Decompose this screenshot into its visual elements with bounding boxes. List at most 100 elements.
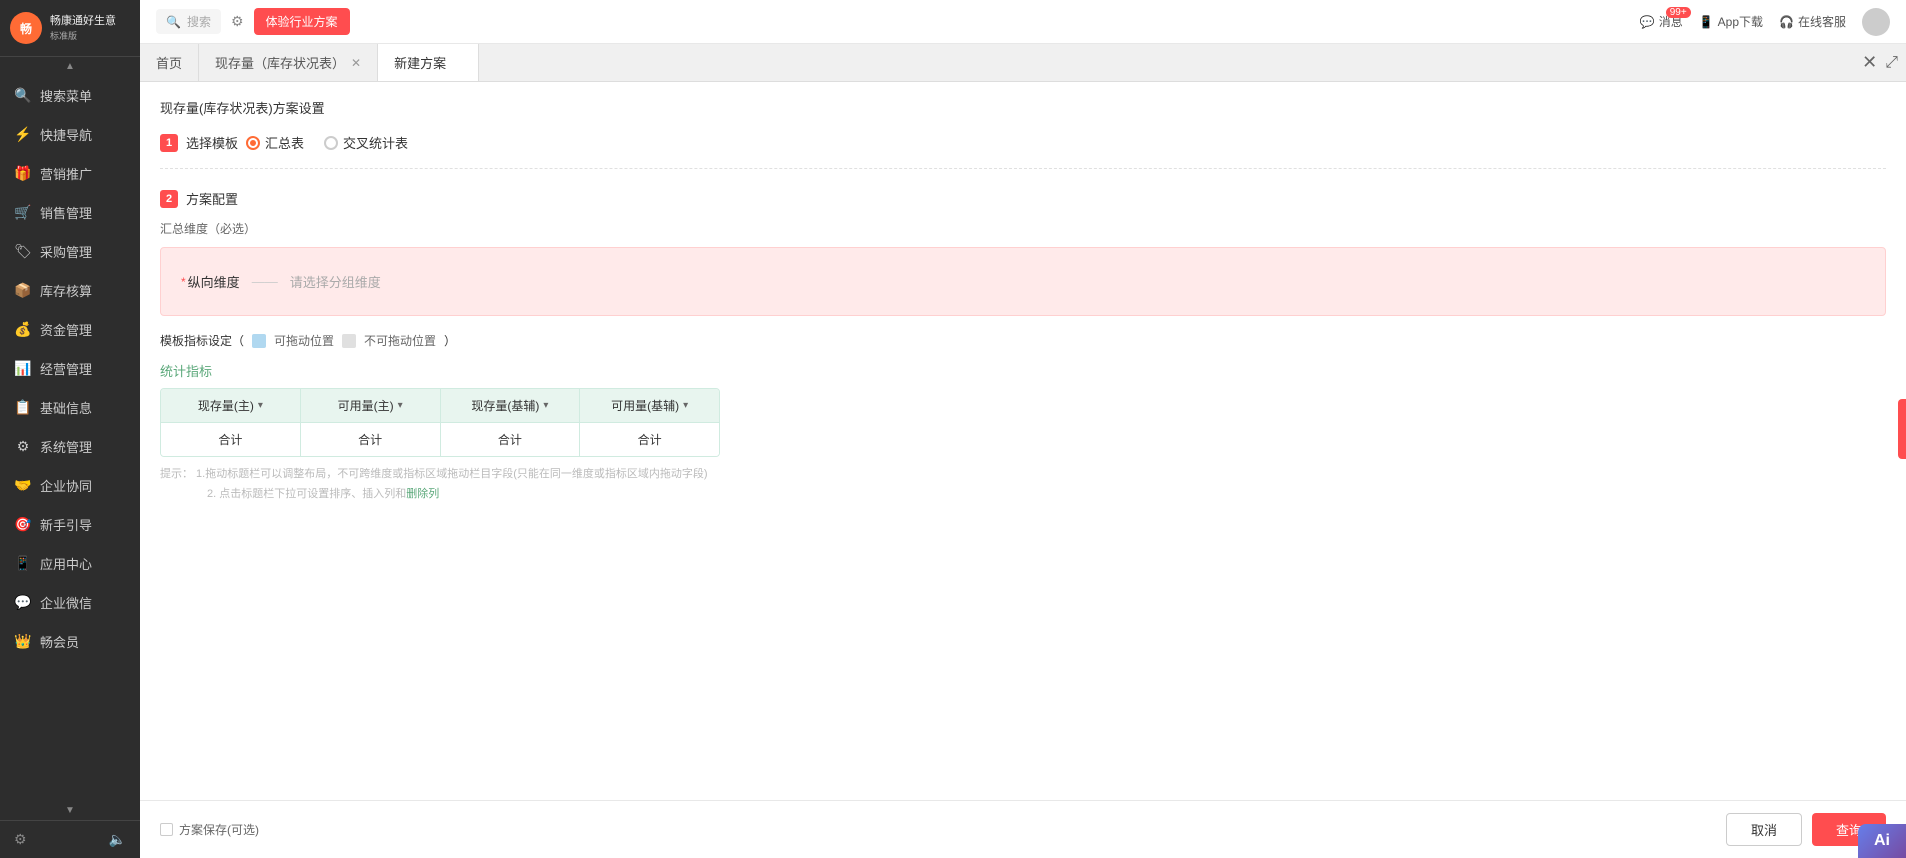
step2-section: 2 方案配置 汇总维度（必选） * 纵向维度 —— 请选择分组维度 [160, 189, 1886, 501]
sidebar-item-sales[interactable]: 🛒 销售管理 [0, 193, 140, 232]
indicator-settings: 模板指标设定（ 可拖动位置 不可拖动位置 ） [160, 332, 1886, 349]
col4-chevron-icon: ▾ [683, 400, 688, 411]
sidebar-item-enterprise[interactable]: 🤝 企业协同 [0, 466, 140, 505]
sidebar-item-operation[interactable]: 📊 经营管理 [0, 349, 140, 388]
newguide-icon: 🎯 [14, 516, 32, 534]
app-download-icon: 📱 [1699, 15, 1714, 29]
sidebar-item-quicknav-label: 快捷导航 [40, 125, 92, 144]
search-menu-icon: 🔍 [14, 87, 32, 105]
stats-col-2[interactable]: 可用量(主) ▾ [301, 389, 441, 422]
template-radio-group: 汇总表 交叉统计表 [246, 133, 408, 152]
col1-chevron-icon: ▾ [258, 400, 263, 411]
sidebar-logo: 畅 畅康通好生意 标准版 [0, 0, 140, 57]
user-avatar[interactable] [1862, 8, 1890, 36]
topbar-search[interactable]: 🔍 搜索 [156, 9, 221, 34]
stats-col-3[interactable]: 现存量(基辅) ▾ [441, 389, 581, 422]
undraggable-label: 不可拖动位置 [364, 332, 436, 349]
sidebar-item-purchase[interactable]: 🏷 采购管理 [0, 232, 140, 271]
page-title: 现存量(库存状况表)方案设置 [160, 98, 1886, 117]
tab-inventory-status[interactable]: 现存量（库存状况表） ✕ [199, 44, 378, 81]
quicknav-icon: ⚡ [14, 126, 32, 144]
stats-section: 统计指标 现存量(主) ▾ 可用量(主) ▾ [160, 361, 1886, 457]
sidebar-scroll-down[interactable]: ▼ [0, 801, 140, 820]
sidebar-item-inventory-label: 库存核算 [40, 281, 92, 300]
settings-icon[interactable]: ⚙ [14, 831, 27, 848]
appcenter-icon: 📱 [14, 555, 32, 573]
logo-icon: 畅 [10, 12, 42, 44]
step1-divider [160, 168, 1886, 169]
sidebar-item-wechat-label: 企业微信 [40, 593, 92, 612]
modal-close-button[interactable]: ✕ [1862, 52, 1877, 73]
stats-col-4[interactable]: 可用量(基辅) ▾ [580, 389, 719, 422]
sidebar-item-finance-label: 资金管理 [40, 320, 92, 339]
cancel-button[interactable]: 取消 [1726, 813, 1802, 846]
search-placeholder-text: 搜索 [187, 13, 211, 30]
stats-table-header: 现存量(主) ▾ 可用量(主) ▾ 现存量(基辅) ▾ [161, 389, 719, 422]
tip-line-1: 提示： 1.拖动标题栏可以调整布局，不可跨维度或指标区域拖动栏目字段(只能在同一… [160, 465, 1886, 481]
radio-summary-circle [246, 136, 260, 150]
sidebar-scroll-up[interactable]: ▲ [0, 57, 140, 76]
sound-icon[interactable]: 🔈 [109, 831, 126, 848]
purchase-icon: 🏷 [14, 243, 32, 261]
topbar: 🔍 搜索 ⚙ 体验行业方案 💬 消息 99+ 📱 App下载 🎧 在线客服 [140, 0, 1906, 44]
save-checkbox-label: 方案保存(可选) [179, 821, 259, 838]
stats-cell-1-2: 合计 [301, 423, 441, 456]
stats-col-1[interactable]: 现存量(主) ▾ [161, 389, 301, 422]
dimension-box[interactable]: * 纵向维度 —— 请选择分组维度 [160, 247, 1886, 316]
tab-new-plan-close-icon[interactable]: ✕ [452, 56, 462, 70]
search-icon: 🔍 [166, 15, 181, 29]
main-area: 🔍 搜索 ⚙ 体验行业方案 💬 消息 99+ 📱 App下载 🎧 在线客服 [140, 0, 1906, 858]
step2-title: 方案配置 [186, 189, 238, 208]
member-icon: 👑 [14, 633, 32, 651]
headset-icon: 🎧 [1779, 15, 1794, 29]
content-inner: 现存量(库存状况表)方案设置 1 选择模板 汇总表 交叉统计表 [140, 82, 1906, 800]
tabbar: 首页 现存量（库存状况表） ✕ 新建方案 ✕ ✕ ⤢ [140, 44, 1906, 82]
dimension-config: 汇总维度（必选） * 纵向维度 —— 请选择分组维度 [160, 220, 1886, 316]
sidebar-item-wechat[interactable]: 💬 企业微信 [0, 583, 140, 622]
draggable-badge [252, 334, 266, 348]
sidebar-item-member[interactable]: 👑 畅会员 [0, 622, 140, 661]
stats-col-2-label: 可用量(主) [338, 397, 394, 414]
undraggable-badge [342, 334, 356, 348]
sidebar-item-newguide[interactable]: 🎯 新手引导 [0, 505, 140, 544]
online-service-item[interactable]: 🎧 在线客服 [1779, 13, 1846, 30]
stats-col-3-label: 现存量(基辅) [471, 397, 539, 414]
step2-num: 2 [160, 190, 178, 208]
modal-expand-button[interactable]: ⤢ [1885, 54, 1898, 72]
marketing-icon: 🎁 [14, 165, 32, 183]
sidebar-item-search[interactable]: 🔍 搜索菜单 [0, 76, 140, 115]
sidebar-item-purchase-label: 采购管理 [40, 242, 92, 261]
sidebar-item-quicknav[interactable]: ⚡ 快捷导航 [0, 115, 140, 154]
sidebar-item-enterprise-label: 企业协同 [40, 476, 92, 495]
save-checkbox[interactable]: 方案保存(可选) [160, 821, 259, 838]
ai-badge[interactable]: Ai [1858, 824, 1906, 858]
sidebar-item-system[interactable]: ⚙ 系统管理 [0, 427, 140, 466]
tab-home[interactable]: 首页 [140, 44, 199, 81]
sidebar-item-finance[interactable]: 💰 资金管理 [0, 310, 140, 349]
tab-new-plan[interactable]: 新建方案 ✕ [378, 44, 479, 81]
radio-cross[interactable]: 交叉统计表 [324, 133, 408, 152]
industry-plan-button[interactable]: 体验行业方案 [254, 8, 350, 35]
sidebar-item-appcenter[interactable]: 📱 应用中心 [0, 544, 140, 583]
finance-icon: 💰 [14, 321, 32, 339]
wechat-icon: 💬 [14, 594, 32, 612]
sidebar-item-marketing[interactable]: 🎁 营销推广 [0, 154, 140, 193]
topbar-gear-icon[interactable]: ⚙ [231, 13, 244, 30]
inventory-icon: 📦 [14, 282, 32, 300]
topbar-left: 🔍 搜索 ⚙ 体验行业方案 [156, 8, 350, 35]
sidebar-item-marketing-label: 营销推广 [40, 164, 92, 183]
sidebar-item-operation-label: 经营管理 [40, 359, 92, 378]
operation-icon: 📊 [14, 360, 32, 378]
sidebar-item-basicinfo[interactable]: 📋 基础信息 [0, 388, 140, 427]
tab-inventory-close-icon[interactable]: ✕ [351, 56, 361, 70]
step2-header: 2 方案配置 [160, 189, 1886, 208]
sales-icon: 🛒 [14, 204, 32, 222]
sidebar-item-inventory[interactable]: 📦 库存核算 [0, 271, 140, 310]
radio-summary[interactable]: 汇总表 [246, 133, 304, 152]
messages-badge[interactable]: 💬 消息 99+ [1640, 13, 1683, 30]
content-footer: 方案保存(可选) 取消 查询 [140, 800, 1906, 858]
system-icon: ⚙ [14, 438, 32, 456]
tab-inventory-label: 现存量（库存状况表） [215, 53, 345, 72]
stats-table: 现存量(主) ▾ 可用量(主) ▾ 现存量(基辅) ▾ [160, 388, 720, 457]
app-download-item[interactable]: 📱 App下载 [1699, 13, 1763, 30]
